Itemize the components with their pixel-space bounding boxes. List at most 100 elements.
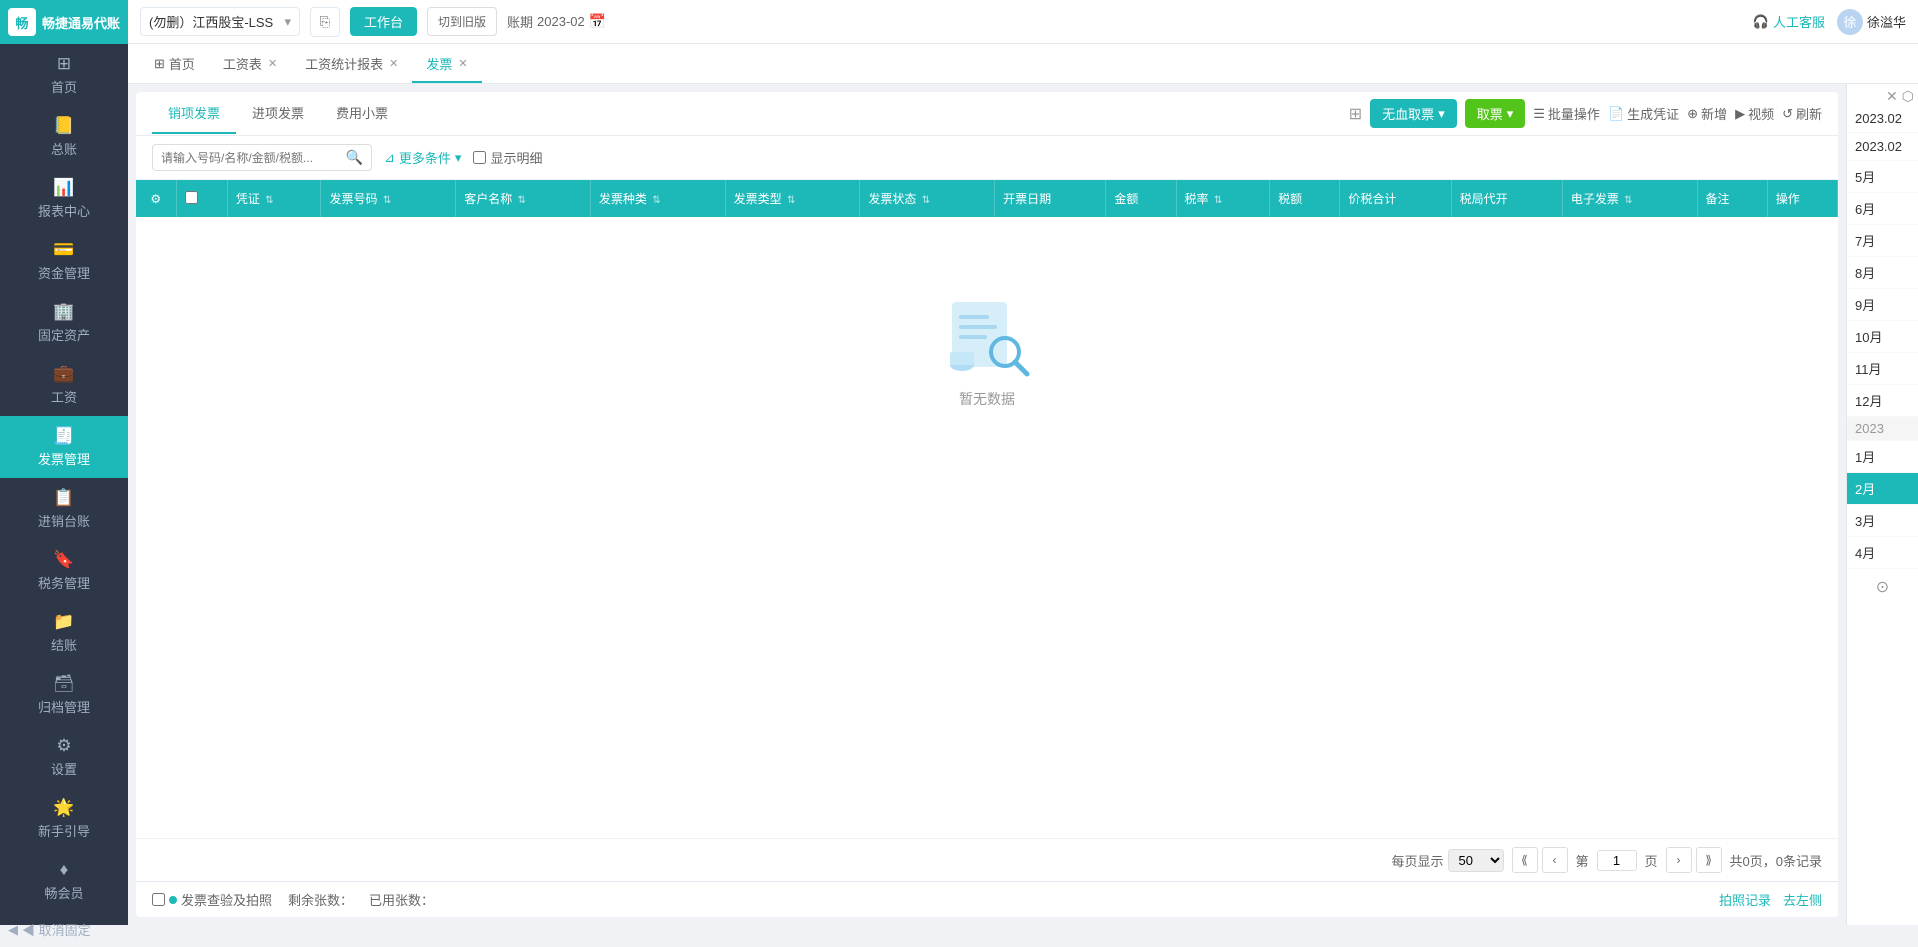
tab-invoice[interactable]: 发票 ✕	[412, 46, 481, 83]
col-tax[interactable]: 税额	[1270, 180, 1340, 217]
date-entry-2023-2[interactable]: 2月	[1847, 473, 1918, 505]
collapse-label: ◀ 取消固定	[22, 920, 91, 939]
show-detail-checkbox[interactable]	[473, 151, 486, 164]
date-entry-2023-4[interactable]: 4月	[1847, 537, 1918, 569]
subtab-purchase-invoice[interactable]: 进项发票	[236, 93, 320, 134]
tab-invoice-close[interactable]: ✕	[458, 57, 467, 70]
tab-salary-stat-close[interactable]: ✕	[389, 57, 398, 70]
sort-icon: ⇅	[652, 195, 660, 206]
close-date-panel-icon[interactable]: ✕	[1886, 88, 1898, 105]
gen-voucher-button[interactable]: 📄 生成凭证	[1608, 104, 1679, 123]
sidebar-item-sales-ledger[interactable]: 📋 进销台账	[0, 478, 128, 540]
col-tax-code[interactable]: 税局代开	[1451, 180, 1562, 217]
col-tax-rate[interactable]: 税率 ⇅	[1176, 180, 1270, 217]
sidebar-item-invoice-mgmt[interactable]: 🧾 发票管理	[0, 416, 128, 478]
filter-bar: 🔍 ⊿ 更多条件 ▾ 显示明细	[136, 136, 1838, 180]
col-invoice-type[interactable]: 发票种类 ⇅	[590, 180, 725, 217]
sidebar-item-salary[interactable]: 💼 工资	[0, 354, 128, 416]
date-entry-2023-02-second[interactable]: 2023.02	[1847, 133, 1918, 161]
col-invoice-status[interactable]: 发票状态 ⇅	[860, 180, 995, 217]
page-input[interactable]	[1597, 850, 1637, 871]
date-entry-8[interactable]: 8月	[1847, 257, 1918, 289]
status-bar: 发票查验及拍照 剩余张数： 已用张数： 拍照记录 去左侧	[136, 881, 1838, 917]
workbench-button[interactable]: 工作台	[350, 7, 417, 36]
refresh-button[interactable]: ↺ 刷新	[1782, 104, 1822, 123]
page-label: 第	[1576, 851, 1589, 870]
member-icon: ♦	[60, 860, 69, 880]
sidebar-item-funds[interactable]: 💳 资金管理	[0, 230, 128, 292]
col-tax-total[interactable]: 价税合计	[1340, 180, 1451, 217]
sidebar-item-ledger[interactable]: 📒 总账	[0, 106, 128, 168]
date-entry-7[interactable]: 7月	[1847, 225, 1918, 257]
col-remark[interactable]: 备注	[1697, 180, 1767, 217]
search-icon[interactable]: 🔍	[346, 149, 363, 166]
go-left-link[interactable]: 去左侧	[1783, 890, 1822, 909]
add-new-button[interactable]: ⊕ 新增	[1687, 104, 1727, 123]
tab-home[interactable]: ⊞ 首页	[140, 46, 209, 83]
sidebar-item-home[interactable]: ⊞ 首页	[0, 44, 128, 106]
more-conditions-button[interactable]: ⊿ 更多条件 ▾	[384, 148, 461, 167]
col-invoice-category[interactable]: 发票类型 ⇅	[725, 180, 860, 217]
sidebar-item-member[interactable]: ♦ 畅会员	[0, 850, 128, 912]
batch-ops-button[interactable]: ☰ 批量操作	[1533, 104, 1600, 123]
page-first-button[interactable]: ⟪	[1512, 847, 1538, 873]
sidebar-item-tax[interactable]: 🔖 税务管理	[0, 540, 128, 602]
show-detail-label[interactable]: 显示明细	[473, 148, 542, 167]
date-entry-12[interactable]: 12月	[1847, 385, 1918, 417]
tab-salary[interactable]: 工资表 ✕	[209, 46, 291, 83]
verify-checkbox[interactable]	[152, 893, 165, 906]
tab-salary-close[interactable]: ✕	[268, 57, 277, 70]
sidebar-item-reports[interactable]: 📊 报表中心	[0, 168, 128, 230]
guide-icon: 🌟	[53, 798, 74, 818]
ticket-button[interactable]: 取票 ▾	[1465, 99, 1526, 128]
expand-date-panel-icon[interactable]: ⬡	[1902, 88, 1914, 105]
subtab-sales-invoice[interactable]: 销项发票	[152, 93, 236, 134]
sidebar-item-label: 报表中心	[38, 201, 90, 220]
select-all-checkbox[interactable]	[185, 191, 198, 204]
col-settings[interactable]: ⚙	[136, 180, 176, 217]
topbar-right: 🎧 人工客服 徐 徐溢华	[1753, 9, 1906, 35]
no-ticket-button[interactable]: 无血取票 ▾	[1370, 99, 1457, 128]
company-selector[interactable]: (勿删）江西股宝-LSS ▾	[140, 7, 300, 36]
col-voucher[interactable]: 凭证 ⇅	[227, 180, 321, 217]
switch-version-button[interactable]: 切到旧版	[427, 7, 497, 36]
page-last-button[interactable]: ⟫	[1696, 847, 1722, 873]
date-entry-5[interactable]: 5月	[1847, 161, 1918, 193]
grid-view-icon[interactable]: ⊞	[1349, 104, 1362, 124]
page-size-dropdown[interactable]: 20 50 100	[1448, 849, 1504, 872]
date-entry-2023-02-first[interactable]: 2023.02	[1847, 105, 1918, 133]
col-invoice-no[interactable]: 发票号码 ⇅	[321, 180, 456, 217]
col-amount[interactable]: 金额	[1106, 180, 1176, 217]
period-calendar-icon[interactable]: 📅	[589, 13, 606, 30]
video-button[interactable]: ▶ 视频	[1735, 104, 1774, 123]
invoice-verify-button[interactable]: 发票查验及拍照	[152, 890, 272, 909]
sales-ledger-icon: 📋	[53, 488, 74, 508]
photo-record-link[interactable]: 拍照记录	[1719, 890, 1771, 909]
date-entry-10[interactable]: 10月	[1847, 321, 1918, 353]
subtab-expense-receipt[interactable]: 费用小票	[320, 93, 404, 134]
search-input[interactable]	[161, 151, 342, 165]
sidebar-item-settings[interactable]: ⚙ 设置	[0, 726, 128, 788]
col-open-date[interactable]: 开票日期	[995, 180, 1106, 217]
col-e-invoice[interactable]: 电子发票 ⇅	[1562, 180, 1697, 217]
date-entry-11[interactable]: 11月	[1847, 353, 1918, 385]
user-menu[interactable]: 徐 徐溢华	[1837, 9, 1906, 35]
sidebar-item-assets[interactable]: 🏢 固定资产	[0, 292, 128, 354]
sidebar-item-archive[interactable]: 🗃 归档管理	[0, 664, 128, 726]
invoice-table: ⚙ 凭证 ⇅ 发票号码 ⇅ 客户名称 ⇅ 发票种类 ⇅ 发票类型 ⇅ 发票状态 …	[136, 180, 1838, 217]
date-entry-2023-3[interactable]: 3月	[1847, 505, 1918, 537]
customer-service-link[interactable]: 🎧 人工客服	[1753, 12, 1825, 31]
page-prev-button[interactable]: ‹	[1542, 847, 1568, 873]
copy-icon[interactable]: ⎘	[310, 7, 340, 37]
sidebar-collapse-btn[interactable]: ◀ ◀ 取消固定	[0, 912, 128, 947]
app-name: 畅捷通易代账	[42, 13, 120, 32]
sidebar-item-close[interactable]: 📁 结账	[0, 602, 128, 664]
tab-salary-stat[interactable]: 工资统计报表 ✕	[291, 46, 412, 83]
date-entry-9[interactable]: 9月	[1847, 289, 1918, 321]
date-entry-2023-1[interactable]: 1月	[1847, 441, 1918, 473]
date-entry-6[interactable]: 6月	[1847, 193, 1918, 225]
col-check[interactable]	[176, 180, 227, 217]
page-next-button[interactable]: ›	[1666, 847, 1692, 873]
sidebar-item-guide[interactable]: 🌟 新手引导	[0, 788, 128, 850]
col-customer[interactable]: 客户名称 ⇅	[456, 180, 591, 217]
